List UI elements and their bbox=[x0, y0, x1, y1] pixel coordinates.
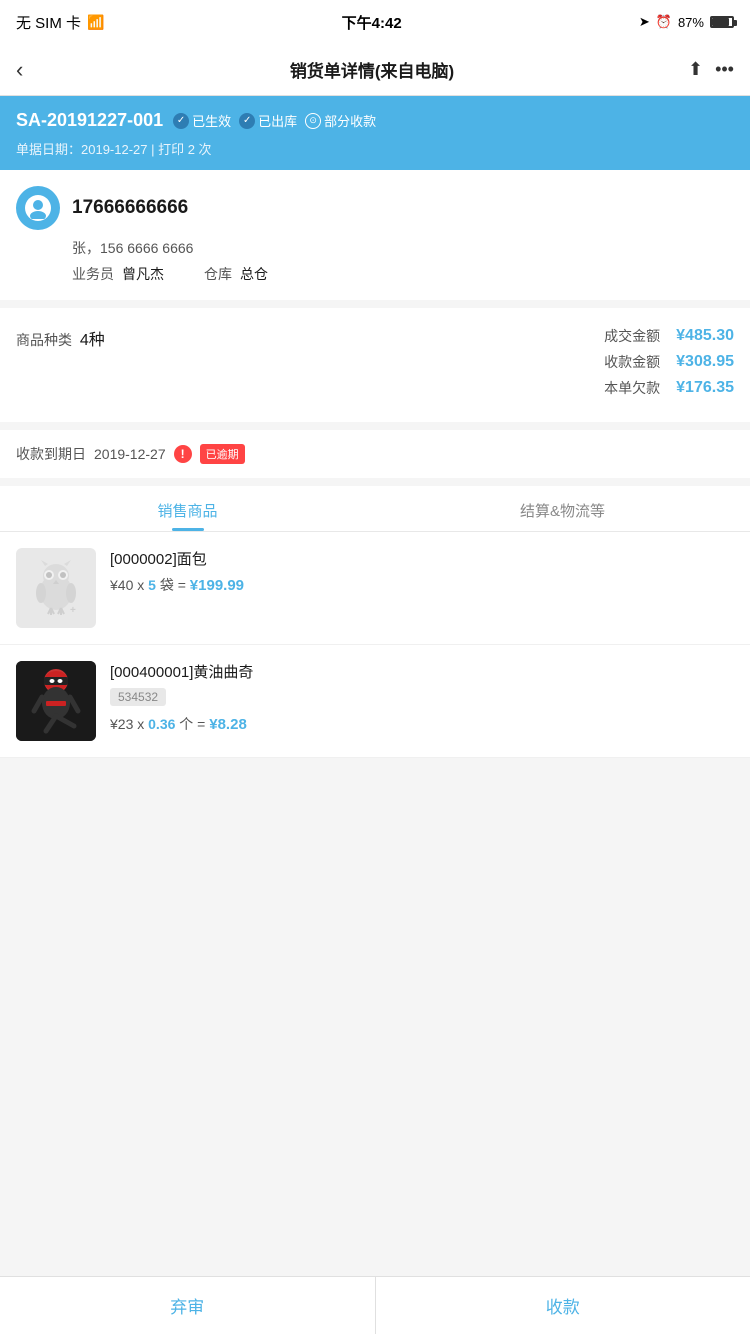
stats-left: 商品种类 4种 bbox=[16, 326, 105, 350]
carrier-text: 无 SIM 卡 bbox=[16, 12, 81, 33]
cancel-button[interactable]: 弃审 bbox=[0, 1277, 376, 1334]
product-name-1: [0000002]面包 bbox=[110, 548, 734, 569]
more-icon[interactable]: ••• bbox=[715, 59, 734, 80]
customer-name: 17666666666 bbox=[72, 197, 188, 219]
receipt-label: 收款金额 bbox=[604, 352, 660, 372]
battery-fill bbox=[712, 18, 729, 26]
page-title: 销货单详情(来自电脑) bbox=[290, 57, 454, 82]
badge-effective: ✓ 已生效 bbox=[173, 111, 231, 130]
avatar bbox=[16, 186, 60, 230]
product-image-2 bbox=[16, 661, 96, 741]
clock-icon: ⊙ bbox=[305, 113, 321, 129]
product-item-2: [000400001]黄油曲奇 534532 ¥23 x 0.36 个 = ¥8… bbox=[0, 645, 750, 758]
salesperson-value: 曾凡杰 bbox=[122, 264, 164, 284]
warehouse-label: 仓库 bbox=[204, 264, 232, 284]
products-section: + [0000002]面包 ¥40 x 5 袋 = ¥199.99 bbox=[0, 532, 750, 758]
product-name-2: [000400001]黄油曲奇 bbox=[110, 661, 734, 682]
salesperson-label: 业务员 bbox=[72, 264, 114, 284]
tab-sales[interactable]: 销售商品 bbox=[0, 486, 375, 531]
warehouse-value: 总仓 bbox=[240, 264, 268, 284]
stats-right: 成交金额 ¥485.30 收款金额 ¥308.95 本单欠款 ¥176.35 bbox=[604, 326, 734, 404]
customer-section: 17666666666 张，156 6666 6666 业务员 曾凡杰 仓库 总… bbox=[0, 170, 750, 300]
deal-amount: ¥485.30 bbox=[676, 327, 734, 345]
salesperson-meta: 业务员 曾凡杰 bbox=[72, 264, 164, 284]
back-button[interactable]: ‹ bbox=[16, 57, 56, 83]
deal-label: 成交金额 bbox=[604, 326, 660, 346]
status-left: 无 SIM 卡 📶 bbox=[16, 12, 104, 33]
status-bar: 无 SIM 卡 📶 下午4:42 ➤ ⏰ 87% bbox=[0, 0, 750, 44]
product-thumb-1: + bbox=[16, 548, 96, 628]
alarm-icon: ⏰ bbox=[656, 14, 672, 30]
product-thumb-2 bbox=[16, 661, 96, 741]
nav-bar: ‹ 销货单详情(来自电脑) ⬆ ••• bbox=[0, 44, 750, 96]
tab-billing[interactable]: 结算&物流等 bbox=[375, 486, 750, 531]
nav-right-icons: ⬆ ••• bbox=[688, 59, 734, 80]
customer-row: 17666666666 bbox=[16, 186, 734, 230]
badge-shipped: ✓ 已出库 bbox=[239, 111, 297, 130]
share-icon[interactable]: ⬆ bbox=[688, 59, 703, 80]
debt-row: 本单欠款 ¥176.35 bbox=[604, 378, 734, 398]
product-item-1: + [0000002]面包 ¥40 x 5 袋 = ¥199.99 bbox=[0, 532, 750, 645]
tabs-section: 销售商品 结算&物流等 bbox=[0, 486, 750, 532]
warehouse-meta: 仓库 总仓 bbox=[204, 264, 268, 284]
check-icon-1: ✓ bbox=[173, 113, 189, 129]
overdue-section: 收款到期日 2019-12-27 ! 已逾期 bbox=[0, 430, 750, 478]
badge-partial: ⊙ 部分收款 bbox=[305, 111, 376, 130]
order-id: SA-20191227-001 bbox=[16, 110, 163, 131]
product-price-2: ¥23 x 0.36 个 = ¥8.28 bbox=[110, 714, 734, 734]
product-total-1: ¥199.99 bbox=[190, 577, 244, 594]
product-tag-2: 534532 bbox=[110, 688, 166, 706]
overdue-badge: 已逾期 bbox=[200, 444, 245, 464]
receipt-amount: ¥308.95 bbox=[676, 353, 734, 371]
status-right: ➤ ⏰ 87% bbox=[639, 14, 734, 30]
bottom-bar: 弃审 收款 bbox=[0, 1276, 750, 1334]
overdue-date: 2019-12-27 bbox=[94, 446, 166, 462]
product-price-1: ¥40 x 5 袋 = ¥199.99 bbox=[110, 575, 734, 595]
category-label: 商品种类 bbox=[16, 332, 72, 348]
stats-section: 商品种类 4种 成交金额 ¥485.30 收款金额 ¥308.95 本单欠款 ¥… bbox=[0, 308, 750, 422]
avatar-icon bbox=[25, 195, 51, 221]
status-badges: ✓ 已生效 ✓ 已出库 ⊙ 部分收款 bbox=[173, 111, 376, 130]
confirm-button[interactable]: 收款 bbox=[376, 1277, 750, 1334]
debt-label: 本单欠款 bbox=[604, 378, 660, 398]
order-header: SA-20191227-001 ✓ 已生效 ✓ 已出库 ⊙ 部分收款 单据日期：… bbox=[0, 96, 750, 170]
check-icon-2: ✓ bbox=[239, 113, 255, 129]
product-info-2: [000400001]黄油曲奇 534532 ¥23 x 0.36 个 = ¥8… bbox=[110, 661, 734, 741]
order-date: 单据日期：2019-12-27 | 打印 2 次 bbox=[16, 139, 734, 158]
wifi-icon: 📶 bbox=[87, 14, 104, 31]
customer-detail: 张，156 6666 6666 bbox=[72, 238, 734, 258]
location-icon: ➤ bbox=[639, 14, 650, 30]
debt-amount: ¥176.35 bbox=[676, 379, 734, 397]
product-qty-1: 5 bbox=[148, 577, 156, 593]
customer-meta: 业务员 曾凡杰 仓库 总仓 bbox=[72, 264, 734, 284]
product-info-1: [0000002]面包 ¥40 x 5 袋 = ¥199.99 bbox=[110, 548, 734, 628]
overdue-label: 收款到期日 bbox=[16, 444, 86, 464]
category-value: 4种 bbox=[80, 332, 105, 349]
svg-text:+: + bbox=[70, 605, 76, 616]
header-row1: SA-20191227-001 ✓ 已生效 ✓ 已出库 ⊙ 部分收款 bbox=[16, 110, 734, 131]
battery-bar bbox=[710, 16, 734, 28]
deal-row: 成交金额 ¥485.30 bbox=[604, 326, 734, 346]
product-total-2: ¥8.28 bbox=[209, 716, 247, 733]
battery-text: 87% bbox=[678, 15, 704, 30]
overdue-warning-icon: ! bbox=[174, 445, 192, 463]
receipt-row: 收款金额 ¥308.95 bbox=[604, 352, 734, 372]
product-image-1: + bbox=[26, 558, 86, 618]
product-qty-2: 0.36 bbox=[148, 716, 175, 732]
status-time: 下午4:42 bbox=[342, 12, 402, 33]
